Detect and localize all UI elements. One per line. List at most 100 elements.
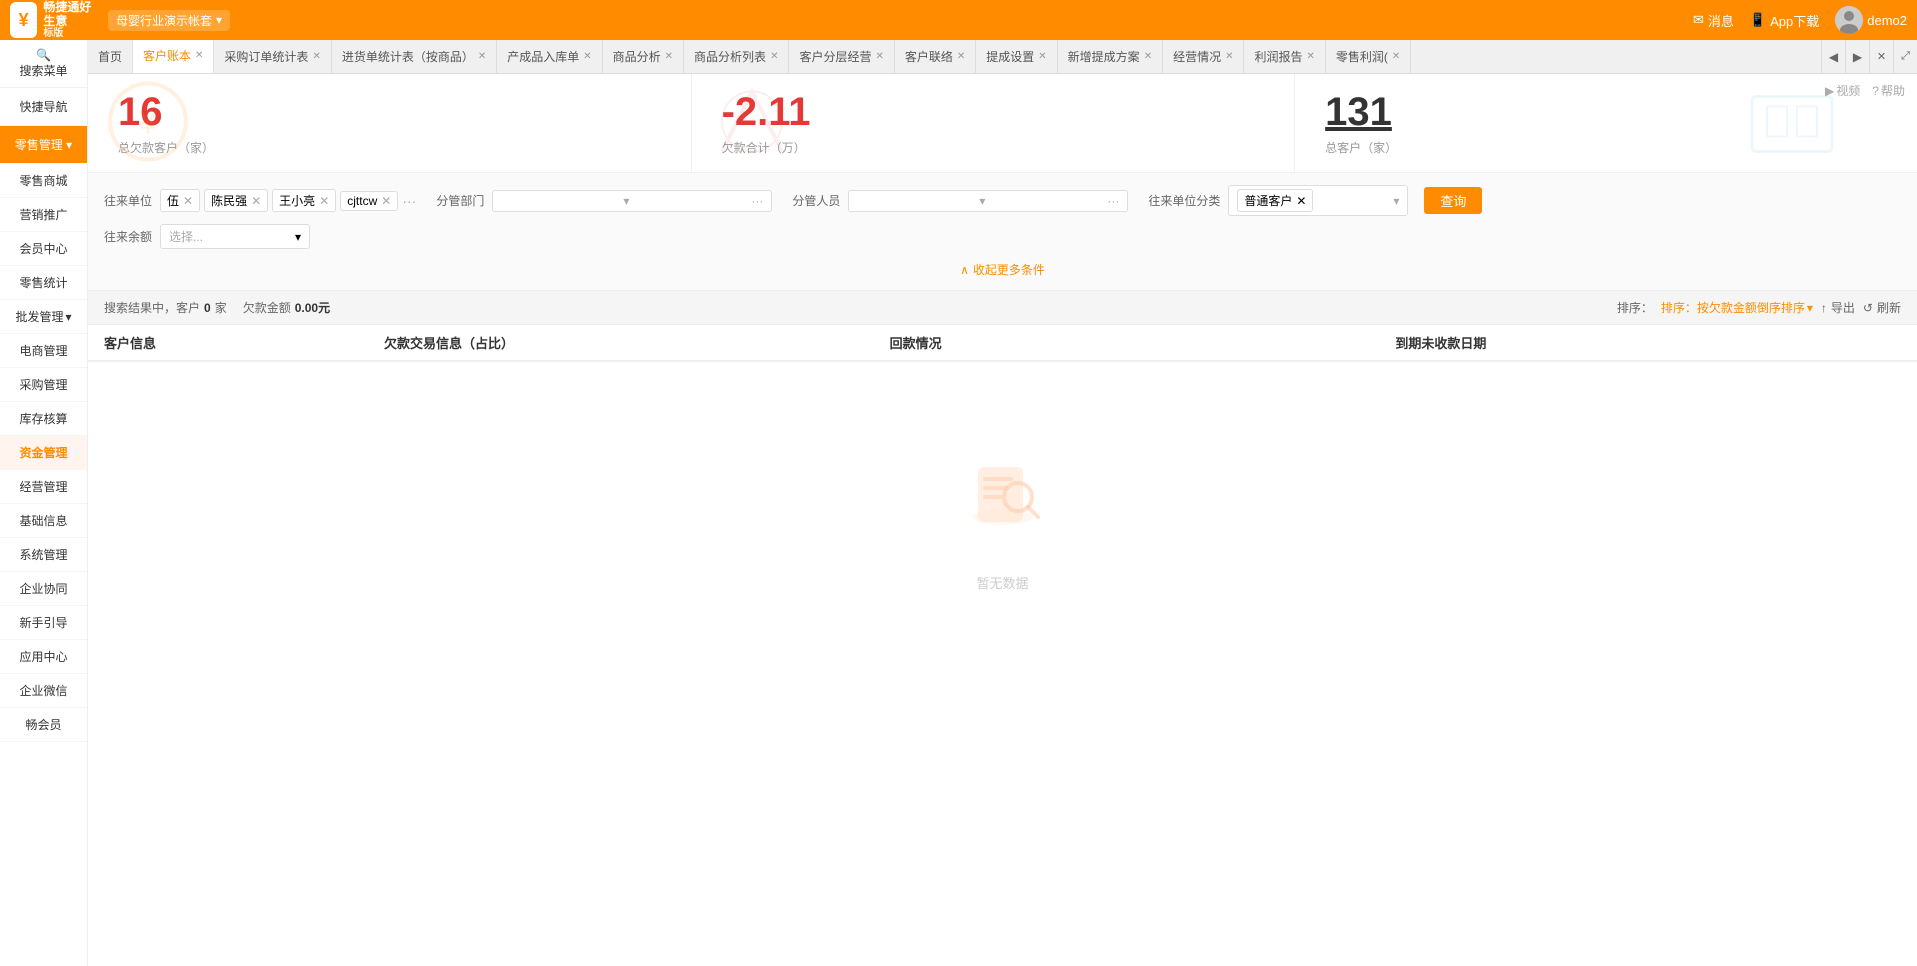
remove-unit-category-tag[interactable]: ✕ <box>1296 194 1306 208</box>
messages-btn[interactable]: ✉ 消息 <box>1693 11 1734 30</box>
remove-tag-cjttcw[interactable]: ✕ <box>381 194 391 208</box>
filter-area: 往来单位 伍 ✕ 陈民强 ✕ 王小亮 <box>88 173 1917 291</box>
close-tab-product-analysis[interactable]: ✕ <box>665 51 673 62</box>
help-icon: ? <box>1872 84 1879 98</box>
sidebar-item-retail-mall[interactable]: 零售商城 <box>0 164 87 198</box>
sidebar-item-app-center[interactable]: 应用中心 <box>0 640 87 674</box>
filter-tag-chenminqiang[interactable]: 陈民强 ✕ <box>204 189 268 212</box>
sidebar-item-wecom[interactable]: 企业微信 <box>0 674 87 708</box>
tab-ops-situation[interactable]: 经营情况 ✕ <box>1163 40 1244 74</box>
remove-tag-chenminqiang[interactable]: ✕ <box>251 194 261 208</box>
close-tab-product-list[interactable]: ✕ <box>770 51 778 62</box>
video-icon: ▶ <box>1825 84 1834 98</box>
tab-new-commission[interactable]: 新增提成方案 ✕ <box>1058 40 1163 74</box>
tab-cost-inbound[interactable]: 产成品入库单 ✕ <box>497 40 602 74</box>
user-avatar-btn[interactable]: demo2 <box>1835 6 1907 34</box>
collapse-btn[interactable]: ∧ 收起更多条件 <box>104 257 1901 282</box>
unit-category-dropdown[interactable]: 普通客户 ✕ ▾ <box>1228 185 1408 216</box>
sidebar-item-guide[interactable]: 新手引导 <box>0 606 87 640</box>
close-tab-inbound-stats[interactable]: ✕ <box>478 51 486 62</box>
logo-sub: 标版 <box>43 28 98 40</box>
filter-tag-cjttcw[interactable]: cjttcw ✕ <box>340 191 398 211</box>
sidebar-item-wholesale-mgmt[interactable]: 批发管理 ▾ <box>0 300 87 334</box>
tab-customer-contact[interactable]: 客户联络 ✕ <box>895 40 976 74</box>
sidebar-item-finance[interactable]: 资金管理 <box>0 436 87 470</box>
more-tags-btn[interactable]: ··· <box>402 193 416 209</box>
refresh-btn[interactable]: ↺ 刷新 <box>1863 299 1901 316</box>
result-bar-right: 排序： 排序：按欠款金额倒序排序 ▾ ↑ 导出 ↺ 刷新 <box>1617 299 1901 316</box>
video-help-btn[interactable]: ▶ 视频 <box>1825 82 1860 99</box>
tab-product-analysis[interactable]: 商品分析 ✕ <box>603 40 684 74</box>
close-tab-profit-report[interactable]: ✕ <box>1307 51 1315 62</box>
sidebar-item-marketing[interactable]: 营销推广 <box>0 198 87 232</box>
tab-customer-tier[interactable]: 客户分层经营 ✕ <box>789 40 894 74</box>
sidebar-item-basic-info[interactable]: 基础信息 <box>0 504 87 538</box>
close-tab-purchase-summary[interactable]: ✕ <box>312 51 320 62</box>
tab-product-list[interactable]: 商品分析列表 ✕ <box>684 40 789 74</box>
sidebar-item-purchase-mgmt[interactable]: 采购管理 <box>0 368 87 402</box>
sidebar-item-sys-mgmt[interactable]: 系统管理 <box>0 538 87 572</box>
dept-dropdown[interactable]: ▾ ··· <box>492 190 772 212</box>
stat-label-arrears-customers: 总欠款客户（家） <box>118 139 661 156</box>
export-icon: ↑ <box>1821 301 1827 315</box>
remain-select[interactable]: 选择... ▾ <box>160 224 310 249</box>
close-tab-customer-tier[interactable]: ✕ <box>875 51 883 62</box>
tab-prev-btn[interactable]: ◀ <box>1821 40 1845 74</box>
message-icon: ✉ <box>1693 12 1704 28</box>
sidebar-item-ecommerce[interactable]: 电商管理 <box>0 334 87 368</box>
avatar <box>1835 6 1863 34</box>
sidebar-item-quick-nav[interactable]: 快捷导航 <box>0 88 87 126</box>
tab-inbound-stats[interactable]: 进货单统计表（按商品） ✕ <box>332 40 497 74</box>
col-customer-info: 客户信息 <box>104 333 384 352</box>
tab-commission-settings[interactable]: 提成设置 ✕ <box>976 40 1057 74</box>
sidebar-search[interactable]: 🔍 搜索菜单 <box>0 40 87 88</box>
remain-label: 往来余额 <box>104 228 152 245</box>
close-tab-ops-situation[interactable]: ✕ <box>1225 51 1233 62</box>
sort-btn[interactable]: 排序：按欠款金额倒序排序 ▾ <box>1661 299 1813 316</box>
close-tab-new-commission[interactable]: ✕ <box>1144 51 1152 62</box>
filter-tag-wangxiaoliang[interactable]: 王小亮 ✕ <box>272 189 336 212</box>
sidebar-item-member-center[interactable]: 会员中心 <box>0 232 87 266</box>
sidebar-item-ops-mgmt[interactable]: 经营管理 <box>0 470 87 504</box>
tab-bar-arrows: ◀ ▶ ✕ ⤢ <box>1821 40 1917 74</box>
dept-label: 分管部门 <box>436 192 484 209</box>
remove-tag-wu[interactable]: ✕ <box>183 194 193 208</box>
sidebar-item-corp-collab[interactable]: 企业协同 <box>0 572 87 606</box>
col-repayment: 回款情况 <box>890 333 1396 352</box>
close-tab-cost-inbound[interactable]: ✕ <box>583 51 591 62</box>
result-bar: 搜索结果中，客户 0 家 欠款金额 0.00元 排序： 排序：按欠款金额倒序排序… <box>88 291 1917 325</box>
remove-tag-wangxiaoliang[interactable]: ✕ <box>319 194 329 208</box>
person-label: 分管人员 <box>792 192 840 209</box>
tab-close-all-btn[interactable]: ✕ <box>1869 40 1893 74</box>
query-btn[interactable]: 查询 <box>1424 187 1482 214</box>
search-icon: 🔍 <box>36 48 51 62</box>
person-ellipsis: ··· <box>1107 194 1119 208</box>
close-tab-accounts[interactable]: ✕ <box>195 50 203 61</box>
filter-tag-wu[interactable]: 伍 ✕ <box>160 189 200 212</box>
unit-category-tag: 普通客户 ✕ <box>1237 189 1313 212</box>
close-tab-retail-profit[interactable]: ✕ <box>1392 51 1400 62</box>
store-select[interactable]: 母婴行业演示帐套 ▾ <box>108 10 230 31</box>
sidebar-item-retail-mgmt[interactable]: 零售管理 ▾ <box>0 126 87 164</box>
remain-arrow: ▾ <box>295 230 301 244</box>
tab-next-btn[interactable]: ▶ <box>1845 40 1869 74</box>
close-tab-customer-contact[interactable]: ✕ <box>957 51 965 62</box>
tab-maximize-btn[interactable]: ⤢ <box>1893 40 1917 74</box>
app-download-btn[interactable]: 📱 App下载 <box>1750 11 1819 30</box>
tab-profit-report[interactable]: 利润报告 ✕ <box>1244 40 1325 74</box>
close-tab-commission-settings[interactable]: ✕ <box>1038 51 1046 62</box>
tab-purchase-summary[interactable]: 采购订单统计表 ✕ <box>214 40 331 74</box>
top-bar-right: ✉ 消息 📱 App下载 demo2 <box>1693 6 1907 34</box>
sidebar-item-vip[interactable]: 畅会员 <box>0 708 87 742</box>
person-dropdown[interactable]: ▾ ··· <box>848 190 1128 212</box>
tab-home[interactable]: 首页 <box>88 40 133 74</box>
help-btn[interactable]: ? 帮助 <box>1872 82 1905 99</box>
stats-row: ¥ 16 总欠款客户（家） -2.11 欠款合计（万） <box>88 74 1917 173</box>
sidebar-item-retail-stats[interactable]: 零售统计 <box>0 266 87 300</box>
sidebar-item-inventory[interactable]: 库存核算 <box>0 402 87 436</box>
filter-tags: 伍 ✕ 陈民强 ✕ 王小亮 ✕ <box>160 189 416 212</box>
tab-accounts[interactable]: 客户账本 ✕ <box>133 40 214 74</box>
export-btn[interactable]: ↑ 导出 <box>1821 299 1855 316</box>
app-icon: 📱 <box>1750 12 1766 28</box>
tab-retail-profit[interactable]: 零售利润( ✕ <box>1326 40 1411 74</box>
